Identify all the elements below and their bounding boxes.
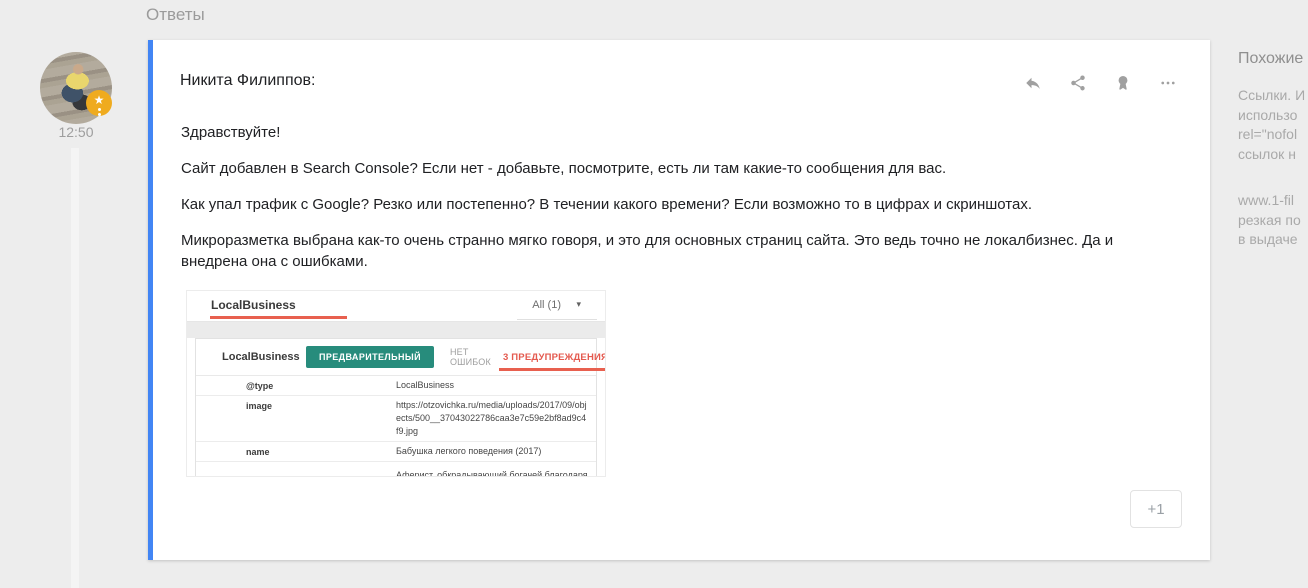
row-key: @type	[246, 381, 274, 391]
answer-paragraph: Как упал трафик с Google? Резко или пост…	[181, 196, 1033, 213]
result-card: LocalBusiness ПРЕДВАРИТЕЛЬНЫЙ НЕТ ОШИБОК…	[195, 338, 605, 477]
result-header: LocalBusiness ПРЕДВАРИТЕЛЬНЫЙ НЕТ ОШИБОК…	[196, 339, 605, 376]
preview-button: ПРЕДВАРИТЕЛЬНЫЙ	[306, 346, 434, 368]
sidebar-similar-item[interactable]: www.1-fil резкая по в выдаче	[1238, 191, 1301, 250]
answer-paragraph: Здравствуйте!	[181, 124, 281, 141]
answer-timestamp: 12:50	[58, 124, 94, 140]
more-icon[interactable]	[1159, 74, 1177, 92]
answer-body: Здравствуйте! Сайт добавлен в Search Con…	[181, 122, 1181, 287]
warnings-status: 3 ПРЕДУПРЕЖДЕНИЯ	[498, 352, 605, 371]
row-key: name	[246, 447, 270, 457]
errors-status: НЕТ ОШИБОК	[449, 347, 491, 367]
sidebar-item-line: www.1-fil	[1238, 192, 1295, 208]
answer-card: Никита Филиппов: Здравствуйте! Сайт доба…	[148, 40, 1210, 560]
plus-one-button[interactable]: +1	[1130, 490, 1182, 528]
sidebar-item-line: ссылок н	[1238, 145, 1296, 162]
answer-actions	[1024, 74, 1177, 92]
entity-underline	[210, 316, 347, 319]
row-key	[196, 465, 396, 476]
row-value: Бабушка легкого поведения (2017)	[396, 446, 542, 456]
caret-down-icon: ▾	[576, 299, 581, 309]
sidebar-item-line: Ссылки. И	[1238, 87, 1306, 103]
thread-line	[71, 148, 79, 588]
award-icon[interactable]	[1114, 74, 1132, 92]
result-type: LocalBusiness	[222, 351, 300, 363]
row-value: https://otzovichka.ru/media/uploads/2017…	[396, 400, 587, 436]
answers-page: Ответы ★ 12:50 Никита Филиппов: Здравств…	[0, 0, 1308, 588]
table-row: name Бабушка легкого поведения (2017)	[196, 442, 596, 462]
screenshot-gap	[187, 322, 605, 338]
embedded-screenshot[interactable]: LocalBusiness All (1) ▾ LocalBusiness ПР…	[186, 290, 606, 477]
row-value: Аферист, обкрадывающий богачей благодаря…	[396, 470, 588, 477]
screenshot-toolbar: LocalBusiness All (1) ▾	[187, 291, 605, 322]
star-icon: ★	[93, 93, 105, 107]
author-name[interactable]: Никита Филиппов:	[180, 72, 315, 90]
section-title: Ответы	[146, 5, 205, 24]
sidebar-item-line: в выдаче	[1238, 231, 1298, 247]
sidebar-item-line: резкая по	[1238, 211, 1301, 228]
sidebar-item-line: использо	[1238, 106, 1298, 123]
table-row: image https://otzovichka.ru/media/upload…	[196, 396, 596, 442]
row-key: image	[246, 401, 273, 411]
table-row: @type LocalBusiness	[196, 376, 596, 396]
sidebar-title: Похожие	[1238, 50, 1304, 67]
answer-paragraph: Сайт добавлен в Search Console? Если нет…	[181, 160, 947, 177]
share-icon[interactable]	[1069, 74, 1087, 92]
filter-value: All (1)	[532, 299, 561, 311]
entity-name: LocalBusiness	[211, 298, 296, 312]
chevron-up-icon	[605, 355, 606, 363]
table-row: Аферист, обкрадывающий богачей благодаря…	[196, 462, 596, 477]
author-badge: ★	[86, 90, 112, 116]
reply-icon[interactable]	[1024, 74, 1042, 92]
sidebar-item-line: rel="nofol	[1238, 126, 1298, 142]
filter-underline	[517, 319, 597, 320]
row-value: LocalBusiness	[396, 380, 455, 390]
sidebar-similar-item[interactable]: Ссылки. И использо rel="nofol ссылок н	[1238, 86, 1305, 164]
badge-dots	[97, 108, 101, 111]
answer-paragraph: Микроразметка выбрана как-то очень стран…	[181, 232, 1114, 270]
